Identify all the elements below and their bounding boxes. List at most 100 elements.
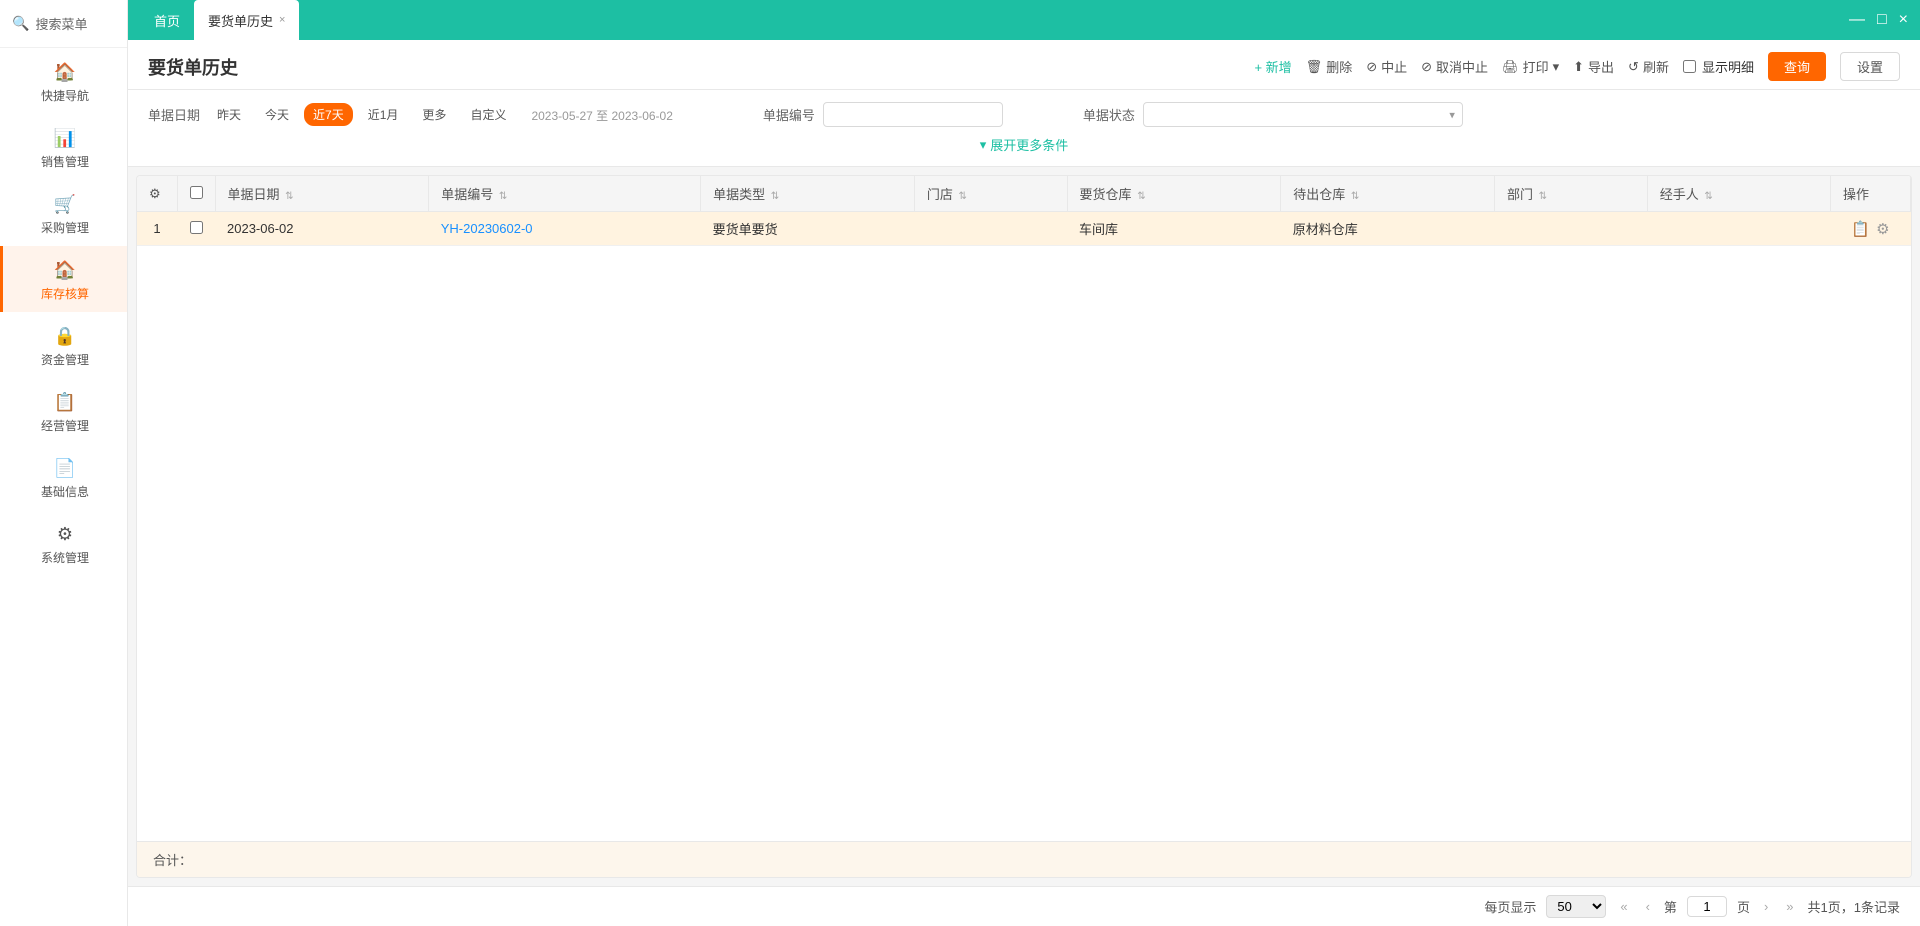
system-icon: ⚙ xyxy=(57,524,73,545)
minimize-button[interactable]: — xyxy=(1849,11,1865,29)
sidebar-search-label: 搜索菜单 xyxy=(35,14,87,33)
th-type: 单据类型 ⇅ xyxy=(701,176,915,212)
date-btn-yesterday[interactable]: 昨天 xyxy=(208,103,250,126)
sort-icon-number: ⇅ xyxy=(499,191,507,202)
sidebar-item-system[interactable]: ⚙ 系统管理 xyxy=(0,510,127,576)
show-detail-wrapper: 显示明细 xyxy=(1683,57,1754,76)
print-label: 打印 xyxy=(1523,57,1549,76)
cancel-stop-button[interactable]: ⊘ 取消中止 xyxy=(1421,57,1488,76)
date-btn-today[interactable]: 今天 xyxy=(256,103,298,126)
th-checkbox xyxy=(177,176,215,212)
doc-number-input[interactable] xyxy=(823,102,1003,127)
td-type: 要货单要货 xyxy=(701,212,915,246)
sidebar-item-operation[interactable]: 📋 经营管理 xyxy=(0,378,127,444)
date-btn-more[interactable]: 更多 xyxy=(413,103,455,126)
page-title: 要货单历史 xyxy=(148,54,238,80)
search-icon: 🔍 xyxy=(12,15,29,32)
doc-status-select-wrapper xyxy=(1143,102,1463,127)
sidebar-item-label: 基础信息 xyxy=(41,483,89,500)
doc-status-select[interactable] xyxy=(1143,102,1463,127)
table-header: ⚙ 单据日期 ⇅ 单据编号 ⇅ xyxy=(137,176,1911,212)
th-operation: 操作 xyxy=(1831,176,1911,212)
sidebar-item-label: 经营管理 xyxy=(41,417,89,434)
sidebar-item-basic[interactable]: 📄 基础信息 xyxy=(0,444,127,510)
close-window-button[interactable]: × xyxy=(1899,11,1908,29)
sidebar-item-sales[interactable]: 📊 销售管理 xyxy=(0,114,127,180)
more-op-icon[interactable]: ⚙ xyxy=(1876,220,1889,238)
filter-expand-row: ▾ 展开更多条件 xyxy=(148,135,1900,154)
sidebar-item-inventory[interactable]: 🏠 库存核算 xyxy=(0,246,127,312)
date-btn-7days[interactable]: 近7天 xyxy=(304,103,353,126)
sidebar-item-label: 采购管理 xyxy=(41,219,89,236)
th-date: 单据日期 ⇅ xyxy=(215,176,429,212)
cancel-stop-icon: ⊘ xyxy=(1421,59,1432,75)
query-button[interactable]: 查询 xyxy=(1768,52,1826,81)
view-detail-icon[interactable]: 📋 xyxy=(1851,220,1870,238)
maximize-button[interactable]: □ xyxy=(1877,11,1887,29)
settings-button[interactable]: 设置 xyxy=(1840,52,1900,81)
first-page-button[interactable]: « xyxy=(1616,897,1631,916)
new-button[interactable]: + 新增 xyxy=(1254,57,1291,76)
home-icon: 🏠 xyxy=(54,62,76,83)
delete-label: 删除 xyxy=(1326,57,1352,76)
tab-close-icon[interactable]: × xyxy=(279,14,285,26)
td-index: 1 xyxy=(137,212,177,246)
tab-home[interactable]: 首页 xyxy=(140,0,194,40)
sales-icon: 📊 xyxy=(54,128,76,149)
sidebar-item-purchase[interactable]: 🛒 采购管理 xyxy=(0,180,127,246)
print-icon: 🖨 xyxy=(1502,59,1519,75)
prev-page-button[interactable]: ‹ xyxy=(1642,897,1654,916)
delete-button[interactable]: 🗑 删除 xyxy=(1306,57,1353,76)
filter-area: 单据日期 昨天 今天 近7天 近1月 更多 自定义 2023-05-27 至 2… xyxy=(128,90,1920,167)
sidebar-search[interactable]: 🔍 搜索菜单 xyxy=(0,0,127,48)
table-body: 1 2023-06-02 YH-20230602-0 要货单要货 车间库 原材料… xyxy=(137,212,1911,246)
page-label-after: 页 xyxy=(1737,897,1750,916)
cancel-stop-label: 取消中止 xyxy=(1436,57,1488,76)
sidebar-item-label: 系统管理 xyxy=(41,549,89,566)
export-label: 导出 xyxy=(1588,57,1614,76)
print-button[interactable]: 🖨 打印 ▾ xyxy=(1502,57,1559,76)
chevron-down-icon: ▾ xyxy=(980,137,987,153)
th-number: 单据编号 ⇅ xyxy=(429,176,701,212)
last-page-button[interactable]: » xyxy=(1782,897,1797,916)
td-handler xyxy=(1647,212,1830,246)
sidebar-item-finance[interactable]: 🔒 资金管理 xyxy=(0,312,127,378)
sidebar-item-label: 销售管理 xyxy=(41,153,89,170)
date-filter-label: 单据日期 xyxy=(148,105,200,124)
purchase-icon: 🛒 xyxy=(54,194,76,215)
table-row: 1 2023-06-02 YH-20230602-0 要货单要货 车间库 原材料… xyxy=(137,212,1911,246)
expand-more-button[interactable]: ▾ 展开更多条件 xyxy=(980,135,1069,154)
gear-icon[interactable]: ⚙ xyxy=(149,186,161,201)
op-icons: 📋 ⚙ xyxy=(1843,220,1899,238)
row-checkbox[interactable] xyxy=(190,221,203,234)
new-label: + 新增 xyxy=(1254,57,1291,76)
td-from-warehouse: 车间库 xyxy=(1067,212,1281,246)
tabs: 首页 要货单历史 × xyxy=(140,0,1849,40)
export-button[interactable]: ⬆ 导出 xyxy=(1573,57,1614,76)
expand-more-label: 展开更多条件 xyxy=(990,135,1068,154)
next-page-button[interactable]: › xyxy=(1760,897,1772,916)
date-btn-custom[interactable]: 自定义 xyxy=(461,103,515,126)
show-detail-checkbox[interactable] xyxy=(1683,60,1696,73)
topbar-actions: — □ × xyxy=(1849,11,1908,29)
pagination-bar: 每页显示 10 20 50 100 « ‹ 第 页 › » 共1页，1条记录 xyxy=(128,886,1920,926)
table-empty-space xyxy=(137,246,1911,841)
sidebar-item-label: 快捷导航 xyxy=(41,87,89,104)
td-to-warehouse: 原材料仓库 xyxy=(1281,212,1495,246)
tab-active-label: 要货单历史 xyxy=(208,11,273,30)
tab-active[interactable]: 要货单历史 × xyxy=(194,0,299,40)
stop-button[interactable]: ⊘ 中止 xyxy=(1366,57,1407,76)
refresh-icon: ↺ xyxy=(1628,59,1639,75)
page-size-select[interactable]: 10 20 50 100 xyxy=(1546,895,1606,918)
doc-number-link[interactable]: YH-20230602-0 xyxy=(441,221,533,236)
table-footer: 合计： xyxy=(137,841,1911,877)
page-number-input[interactable] xyxy=(1687,896,1727,917)
td-store xyxy=(914,212,1067,246)
select-all-checkbox[interactable] xyxy=(190,186,203,199)
date-btn-1month[interactable]: 近1月 xyxy=(359,103,408,126)
sidebar-item-quick-nav[interactable]: 🏠 快捷导航 xyxy=(0,48,127,114)
sort-icon-date: ⇅ xyxy=(285,191,293,202)
basic-icon: 📄 xyxy=(54,458,76,479)
refresh-button[interactable]: ↺ 刷新 xyxy=(1628,57,1669,76)
inventory-icon: 🏠 xyxy=(54,260,76,281)
